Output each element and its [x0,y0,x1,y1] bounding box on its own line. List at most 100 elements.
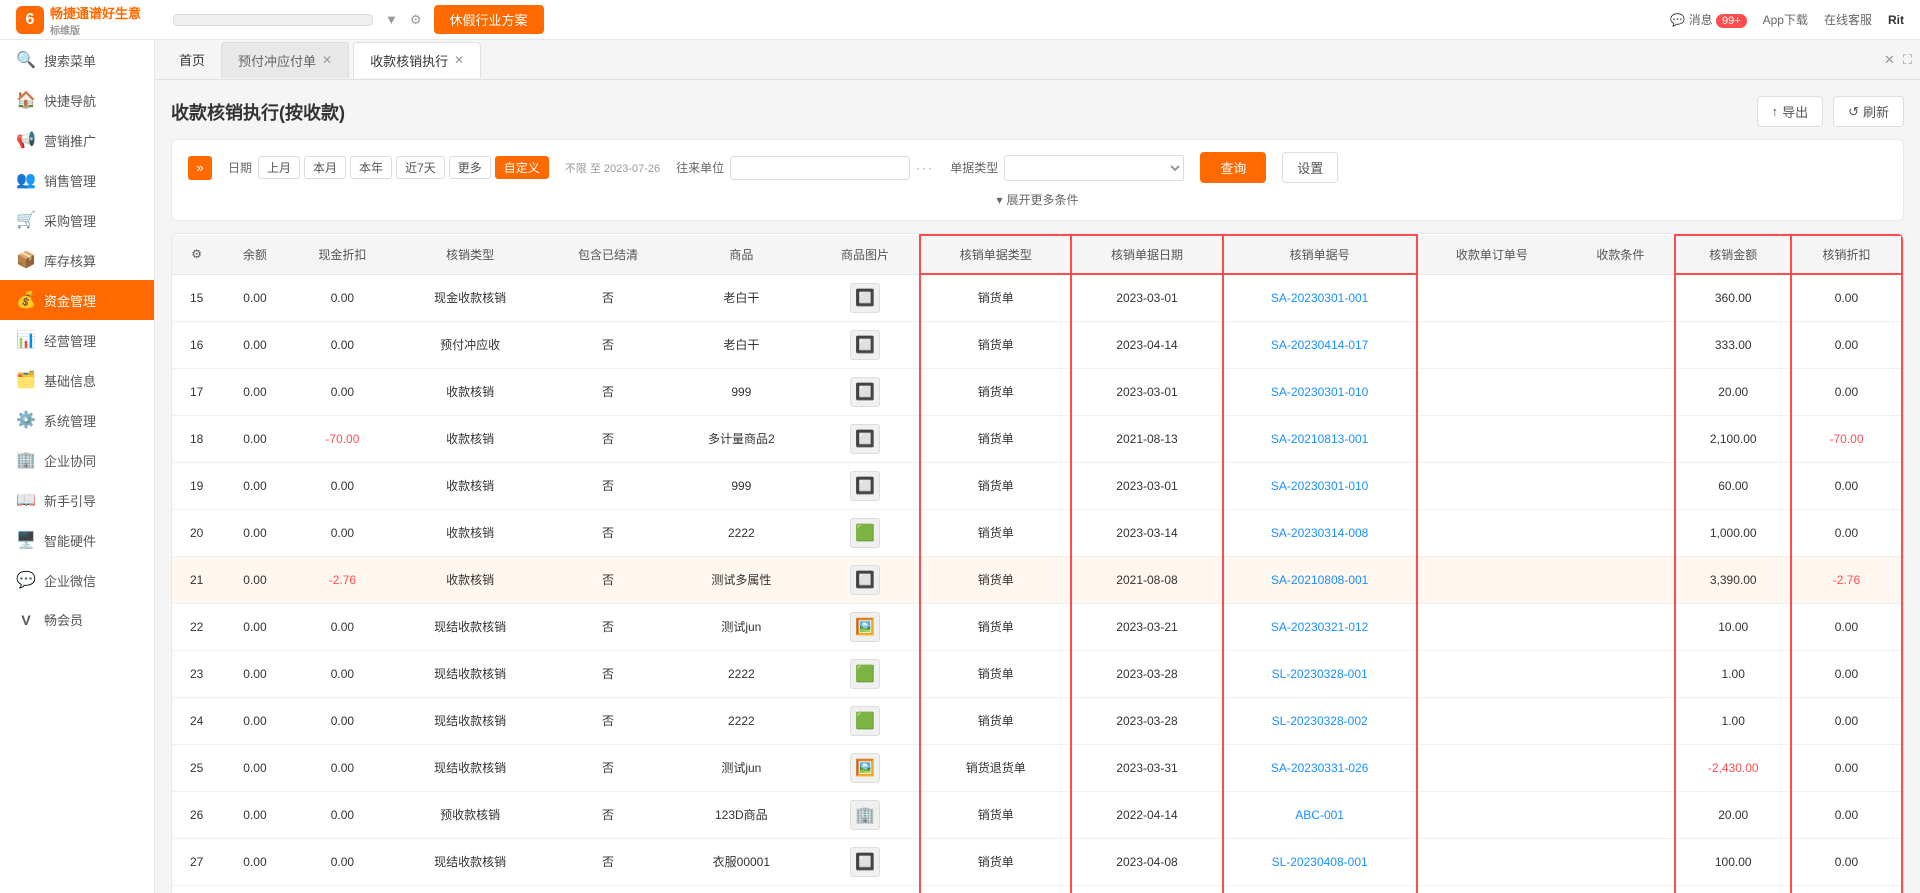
tab-receipt-close[interactable]: ✕ [454,53,464,67]
sidebar-item-enterprise[interactable]: 🏢 企业协同 [0,440,154,480]
cell-receipt-condition [1566,603,1675,650]
cell-cash-discount: 0.00 [289,462,397,509]
bill-type-select[interactable] [1004,155,1184,181]
cell-writeoff-amount: 1.00 [1675,650,1790,697]
dropdown-arrow[interactable]: ▼ [385,12,398,27]
bill-no-link[interactable]: SA-20210808-001 [1271,573,1368,587]
cell-goods: 2222 [672,650,811,697]
from-unit-input[interactable] [730,156,910,180]
cell-writeoff-amount: 20.00 [1675,791,1790,838]
cell-balance: 0.00 [221,603,288,650]
cell-bill-date: 2023-04-18 [1071,885,1222,893]
sidebar-item-hardware[interactable]: 🖥️ 智能硬件 [0,520,154,560]
cell-balance: 0.00 [221,509,288,556]
date-btn-more[interactable]: 更多 [449,156,491,179]
cell-receipt-condition [1566,462,1675,509]
cell-bill-date: 2023-03-01 [1071,462,1222,509]
msg-badge: 99+ [1716,14,1747,28]
sidebar-item-sales[interactable]: 👥 销售管理 [0,160,154,200]
date-btn-last-month[interactable]: 上月 [258,156,300,179]
sidebar-item-operation[interactable]: 📊 经营管理 [0,320,154,360]
cell-bill-no: SA-20210808-001 [1223,556,1417,603]
cell-bill-category: 销货单 [920,885,1071,893]
cell-bill-no: SA-20230301-010 [1223,368,1417,415]
user-name[interactable]: Rit [1888,13,1904,27]
message-icon[interactable]: 💬 消息 99+ [1670,11,1746,28]
online-service-btn[interactable]: 在线客服 [1824,11,1872,28]
sidebar-item-finance[interactable]: 💰 资金管理 [0,280,154,320]
sidebar-item-basic[interactable]: 🗂️ 基础信息 [0,360,154,400]
sidebar-item-purchase[interactable]: 🛒 采购管理 [0,200,154,240]
sidebar-item-member[interactable]: V 畅会员 [0,600,154,639]
app-download-btn[interactable]: App下载 [1763,11,1808,28]
sidebar-item-search[interactable]: 🔍 搜索菜单 [0,40,154,80]
cell-cash-discount: 0.00 [289,321,397,368]
tab-prepay[interactable]: 预付冲应付单 ✕ [221,42,349,78]
table-row: 15 0.00 0.00 现金收款核销 否 老白干 🔲 销货单 2023-03-… [172,274,1902,321]
cell-receipt-order-no [1417,791,1567,838]
table-row: 22 0.00 0.00 现结收款核销 否 测试jun 🖼️ 销货单 2023-… [172,603,1902,650]
tab-close-all[interactable]: ✕ [1884,52,1895,68]
refresh-btn[interactable]: ↺ 刷新 [1833,96,1904,127]
bill-no-link[interactable]: SA-20230331-026 [1271,761,1368,775]
bill-no-link[interactable]: SA-20230314-008 [1271,526,1368,540]
cell-bill-no: SA-20210813-001 [1223,415,1417,462]
sidebar-item-system[interactable]: ⚙️ 系统管理 [0,400,154,440]
date-btn-this-month[interactable]: 本月 [304,156,346,179]
query-btn[interactable]: 查询 [1200,152,1266,183]
cell-writeoff-discount: 0.00 [1791,744,1902,791]
cell-includes-settled: 否 [544,744,672,791]
cell-balance: 0.00 [221,838,288,885]
layout: 🔍 搜索菜单 🏠 快捷导航 📢 营销推广 👥 销售管理 🛒 采购管理 📦 库存核… [0,40,1920,893]
from-unit-ellipsis[interactable]: ··· [916,161,934,175]
inventory-icon: 📦 [16,250,36,270]
cell-receipt-condition [1566,556,1675,603]
cell-writeoff-type: 现金收款核销 [396,274,544,321]
industry-btn[interactable]: 休假行业方案 [434,5,544,34]
sidebar-item-quicknav[interactable]: 🏠 快捷导航 [0,80,154,120]
top-search[interactable] [173,14,373,26]
bill-no-link[interactable]: SL-20230328-001 [1272,667,1368,681]
tab-expand[interactable]: ⛶ [1903,52,1912,68]
filter-expand-arrow[interactable]: » [188,156,212,180]
cell-receipt-condition [1566,697,1675,744]
tab-receipt[interactable]: 收款核销执行 ✕ [353,42,481,78]
date-btn-this-year[interactable]: 本年 [350,156,392,179]
sidebar-item-guide[interactable]: 📖 新手引导 [0,480,154,520]
date-btn-7days[interactable]: 近7天 [396,156,445,179]
cell-includes-settled: 否 [544,697,672,744]
expand-row: ▾ 展开更多条件 [188,191,1887,208]
bill-no-link[interactable]: SA-20230414-017 [1271,338,1368,352]
sidebar-item-inventory[interactable]: 📦 库存核算 [0,240,154,280]
bill-no-link[interactable]: SL-20230328-002 [1272,714,1368,728]
sidebar-item-marketing[interactable]: 📢 营销推广 [0,120,154,160]
cell-writeoff-amount: 360.00 [1675,274,1790,321]
bill-no-link[interactable]: SL-20230408-001 [1272,855,1368,869]
date-range-text: 不限 至 2023-07-26 [565,160,660,176]
bill-no-link[interactable]: SA-20230301-010 [1271,479,1368,493]
col-settings[interactable]: ⚙ [172,235,221,274]
sales-icon: 👥 [16,170,36,190]
settings-icon[interactable]: ⚙ [410,12,422,28]
bill-no-link[interactable]: SA-20230301-010 [1271,385,1368,399]
bill-no-link[interactable]: SA-20230321-012 [1271,620,1368,634]
bill-no-link[interactable]: SA-20210813-001 [1271,432,1368,446]
cell-bill-category: 销货单 [920,368,1071,415]
date-btn-custom[interactable]: 自定义 [495,156,549,179]
tab-prepay-close[interactable]: ✕ [322,53,332,67]
date-label: 日期 [228,159,252,176]
expand-more-btn[interactable]: ▾ 展开更多条件 [996,191,1078,208]
sidebar-item-wechat[interactable]: 💬 企业微信 [0,560,154,600]
col-goods-img: 商品图片 [811,235,920,274]
bill-no-link[interactable]: SA-20230301-001 [1271,291,1368,305]
cell-goods: 999 [672,368,811,415]
settings-btn[interactable]: 设置 [1282,152,1338,183]
cell-goods: 测试jun [672,603,811,650]
cell-balance: 0.00 [221,697,288,744]
cell-receipt-condition [1566,368,1675,415]
tab-home[interactable]: 首页 [163,42,221,77]
cell-balance: 0.00 [221,556,288,603]
operation-icon: 📊 [16,330,36,350]
bill-no-link[interactable]: ABC-001 [1295,808,1344,822]
export-btn[interactable]: ↑ 导出 [1757,96,1824,127]
